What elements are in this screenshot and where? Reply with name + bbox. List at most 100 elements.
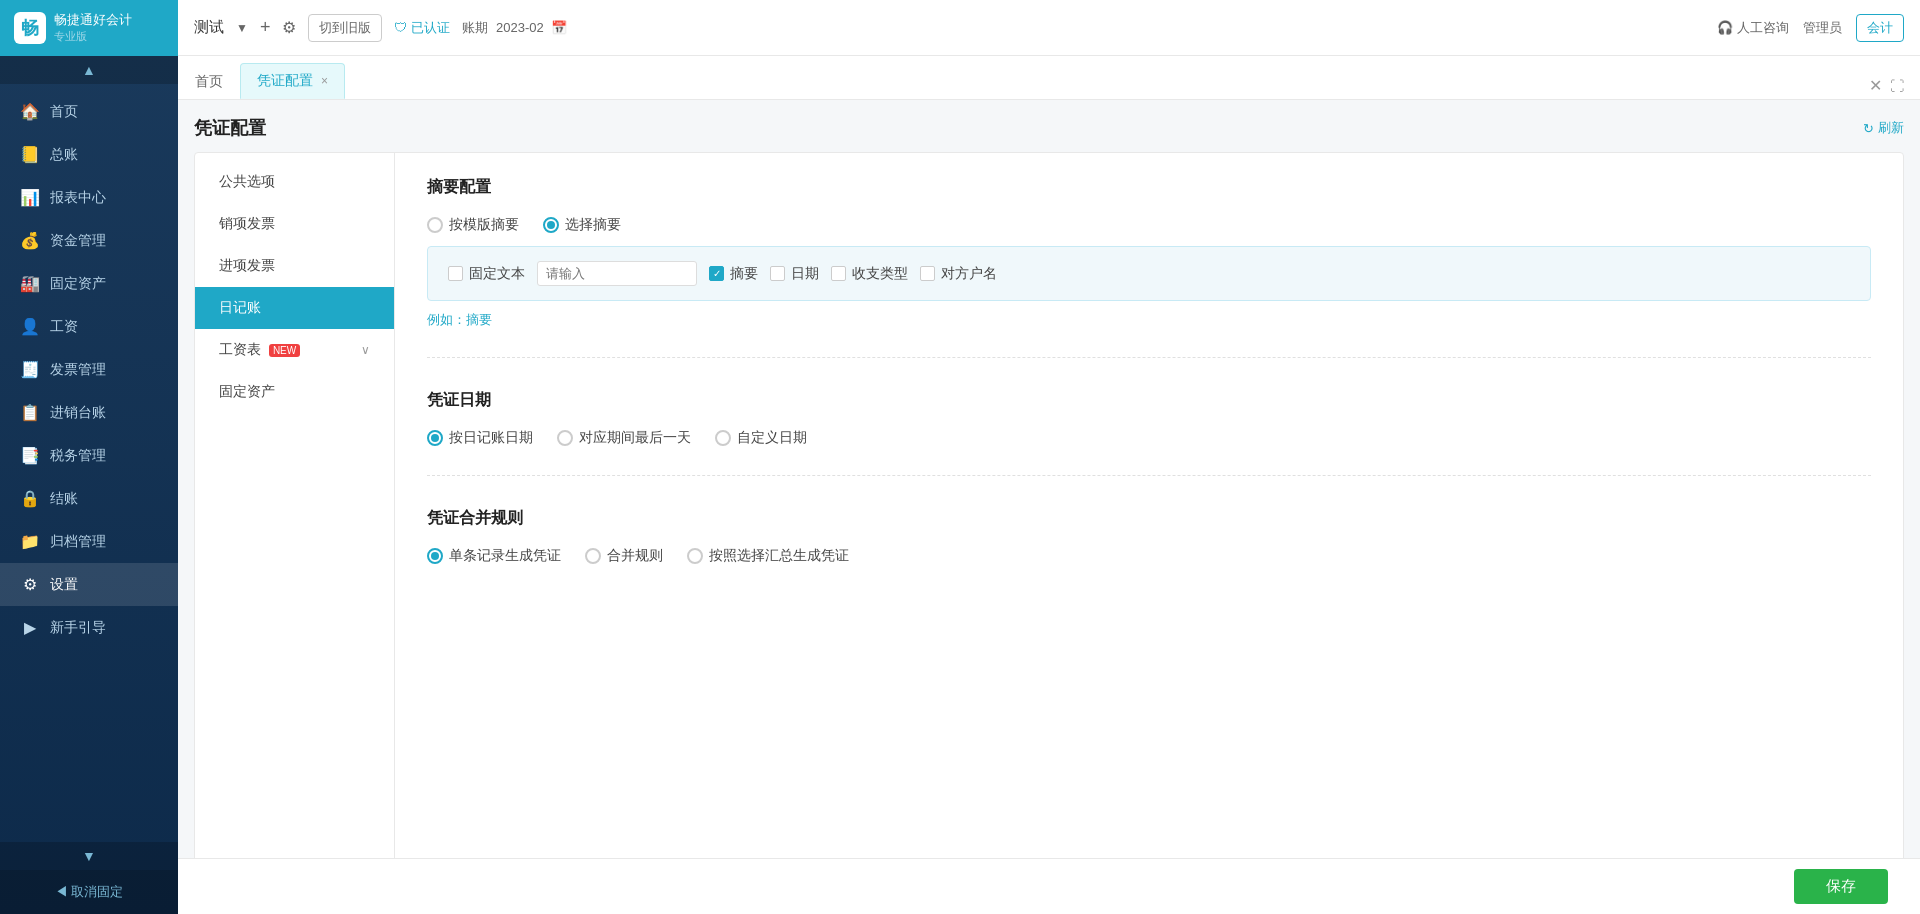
merge-section-title: 凭证合并规则 [427, 508, 1871, 529]
date-section: 凭证日期 按日记账日期 对应期间最后一天 自定义日期 [427, 390, 1871, 476]
logo-icon: 畅 [14, 12, 46, 44]
radio-merge-rules-circle [585, 548, 601, 564]
header-certified: 🛡 已认证 [394, 19, 450, 37]
checkbox-counterpart[interactable]: 对方户名 [920, 265, 997, 283]
admin-label: 管理员 [1803, 19, 1842, 37]
date-radio-group: 按日记账日期 对应期间最后一天 自定义日期 [427, 429, 1871, 447]
sidebar-item-invoice-mgmt[interactable]: 🧾 发票管理 [0, 348, 178, 391]
left-menu-item-salary-sheet[interactable]: 工资表 NEW ∨ [195, 329, 394, 371]
checkbox-income-type-box [831, 266, 846, 281]
header: 测试 ▼ + ⚙ 切到旧版 🛡 已认证 账期 2023-02 📅 🎧 人工咨询 … [178, 0, 1920, 56]
scroll-up-btn[interactable]: ▲ [0, 56, 178, 84]
radio-single-circle [427, 548, 443, 564]
radio-select-summary-circle [687, 548, 703, 564]
sidebar-logo: 畅 畅捷通好会计 专业版 [0, 0, 178, 56]
sidebar: 畅 畅捷通好会计 专业版 ▲ 🏠 首页 📒 总账 📊 报表中心 💰 资金管理 🏭… [0, 0, 178, 914]
sales-purchase-icon: 📋 [20, 403, 40, 422]
sidebar-item-guide[interactable]: ▶ 新手引导 [0, 606, 178, 649]
checkbox-counterpart-box [920, 266, 935, 281]
accountant-btn[interactable]: 会计 [1856, 14, 1904, 42]
close-account-icon: 🔒 [20, 489, 40, 508]
page-title: 凭证配置 [194, 116, 266, 140]
new-badge: NEW [269, 344, 300, 357]
sidebar-item-home[interactable]: 🏠 首页 [0, 90, 178, 133]
cancel-fixed-label: ◀ 取消固定 [55, 883, 124, 901]
checkbox-fixed-text[interactable]: 固定文本 [448, 265, 525, 283]
summary-section: 摘要配置 按模版摘要 选择摘要 [427, 177, 1871, 358]
tab-home[interactable]: 首页 [178, 63, 240, 99]
cancel-fixed-btn[interactable]: ◀ 取消固定 [0, 870, 178, 914]
header-add-btn[interactable]: + [260, 17, 271, 38]
sidebar-item-ledger[interactable]: 📒 总账 [0, 133, 178, 176]
sidebar-item-settings[interactable]: ⚙ 设置 [0, 563, 178, 606]
radio-custom-date-circle [715, 430, 731, 446]
radio-select-summary[interactable]: 选择摘要 [543, 216, 621, 234]
fixed-text-input[interactable] [537, 261, 697, 286]
date-section-title: 凭证日期 [427, 390, 1871, 411]
inner-layout: 公共选项 销项发票 进项发票 日记账 工资表 NEW [194, 152, 1904, 898]
sidebar-item-capital[interactable]: 💰 资金管理 [0, 219, 178, 262]
tab-voucher-config[interactable]: 凭证配置 × [240, 63, 345, 99]
radio-custom-date[interactable]: 自定义日期 [715, 429, 807, 447]
scroll-down-btn[interactable]: ▼ [0, 842, 178, 870]
radio-single-voucher[interactable]: 单条记录生成凭证 [427, 547, 561, 565]
shield-icon: 🛡 [394, 20, 407, 35]
radio-journal-date[interactable]: 按日记账日期 [427, 429, 533, 447]
header-settings-btn[interactable]: ⚙ [282, 18, 296, 37]
radio-journal-date-circle [427, 430, 443, 446]
sidebar-item-report[interactable]: 📊 报表中心 [0, 176, 178, 219]
checkbox-date[interactable]: 日期 [770, 265, 819, 283]
left-menu-item-journal[interactable]: 日记账 [195, 287, 394, 329]
radio-period-last-circle [557, 430, 573, 446]
chevron-down-icon: ∨ [361, 343, 370, 357]
header-right: 🎧 人工咨询 管理员 会计 [1717, 14, 1904, 42]
header-company: 测试 [194, 18, 224, 37]
home-icon: 🏠 [20, 102, 40, 121]
calendar-icon[interactable]: 📅 [551, 20, 567, 35]
sidebar-item-payroll[interactable]: 👤 工资 [0, 305, 178, 348]
guide-icon: ▶ [20, 618, 40, 637]
left-menu-item-purchase-invoice[interactable]: 进项发票 [195, 245, 394, 287]
checkbox-income-type[interactable]: 收支类型 [831, 265, 908, 283]
tabs-bar: 首页 凭证配置 × ✕ ⛶ [178, 56, 1920, 100]
checkbox-fixed-text-box [448, 266, 463, 281]
left-menu-item-fixed-asset[interactable]: 固定资产 [195, 371, 394, 413]
radio-select-summary-voucher[interactable]: 按照选择汇总生成凭证 [687, 547, 849, 565]
sidebar-item-fixed-asset[interactable]: 🏭 固定资产 [0, 262, 178, 305]
header-period: 账期 2023-02 📅 [462, 19, 567, 37]
consult-btn[interactable]: 🎧 人工咨询 [1717, 19, 1789, 37]
payroll-icon: 👤 [20, 317, 40, 336]
fixed-asset-icon: 🏭 [20, 274, 40, 293]
summary-section-title: 摘要配置 [427, 177, 1871, 198]
left-menu-item-sales-invoice[interactable]: 销项发票 [195, 203, 394, 245]
invoice-mgmt-icon: 🧾 [20, 360, 40, 379]
left-menu: 公共选项 销项发票 进项发票 日记账 工资表 NEW [195, 153, 395, 897]
merge-radio-group: 单条记录生成凭证 合并规则 按照选择汇总生成凭证 [427, 547, 1871, 565]
sidebar-item-archive[interactable]: 📁 归档管理 [0, 520, 178, 563]
sidebar-nav: 🏠 首页 📒 总账 📊 报表中心 💰 资金管理 🏭 固定资产 👤 工资 🧾 发票… [0, 84, 178, 842]
sidebar-item-sales-purchase[interactable]: 📋 进销台账 [0, 391, 178, 434]
capital-icon: 💰 [20, 231, 40, 250]
sidebar-item-close[interactable]: 🔒 结账 [0, 477, 178, 520]
left-menu-item-public[interactable]: 公共选项 [195, 161, 394, 203]
report-icon: 📊 [20, 188, 40, 207]
switch-old-version-btn[interactable]: 切到旧版 [308, 14, 382, 42]
radio-merge-rules[interactable]: 合并规则 [585, 547, 663, 565]
tabs-close-all-btn[interactable]: ✕ [1869, 76, 1882, 95]
sidebar-item-tax[interactable]: 📑 税务管理 [0, 434, 178, 477]
archive-icon: 📁 [20, 532, 40, 551]
radio-template-summary[interactable]: 按模版摘要 [427, 216, 519, 234]
tab-close-icon[interactable]: × [321, 74, 328, 88]
refresh-btn[interactable]: ↻ 刷新 [1863, 119, 1904, 137]
refresh-icon: ↻ [1863, 121, 1874, 136]
checkbox-summary[interactable]: ✓ 摘要 [709, 265, 758, 283]
header-dropdown-btn[interactable]: ▼ [236, 21, 248, 35]
right-panel: 摘要配置 按模版摘要 选择摘要 [395, 153, 1903, 897]
radio-template-circle [427, 217, 443, 233]
tax-icon: 📑 [20, 446, 40, 465]
tabs-expand-btn[interactable]: ⛶ [1890, 78, 1904, 94]
page-container: 凭证配置 ↻ 刷新 公共选项 销项发票 进项发票 日记账 [178, 100, 1920, 914]
save-btn[interactable]: 保存 [1794, 869, 1888, 904]
checkbox-summary-box: ✓ [709, 266, 724, 281]
radio-period-last[interactable]: 对应期间最后一天 [557, 429, 691, 447]
